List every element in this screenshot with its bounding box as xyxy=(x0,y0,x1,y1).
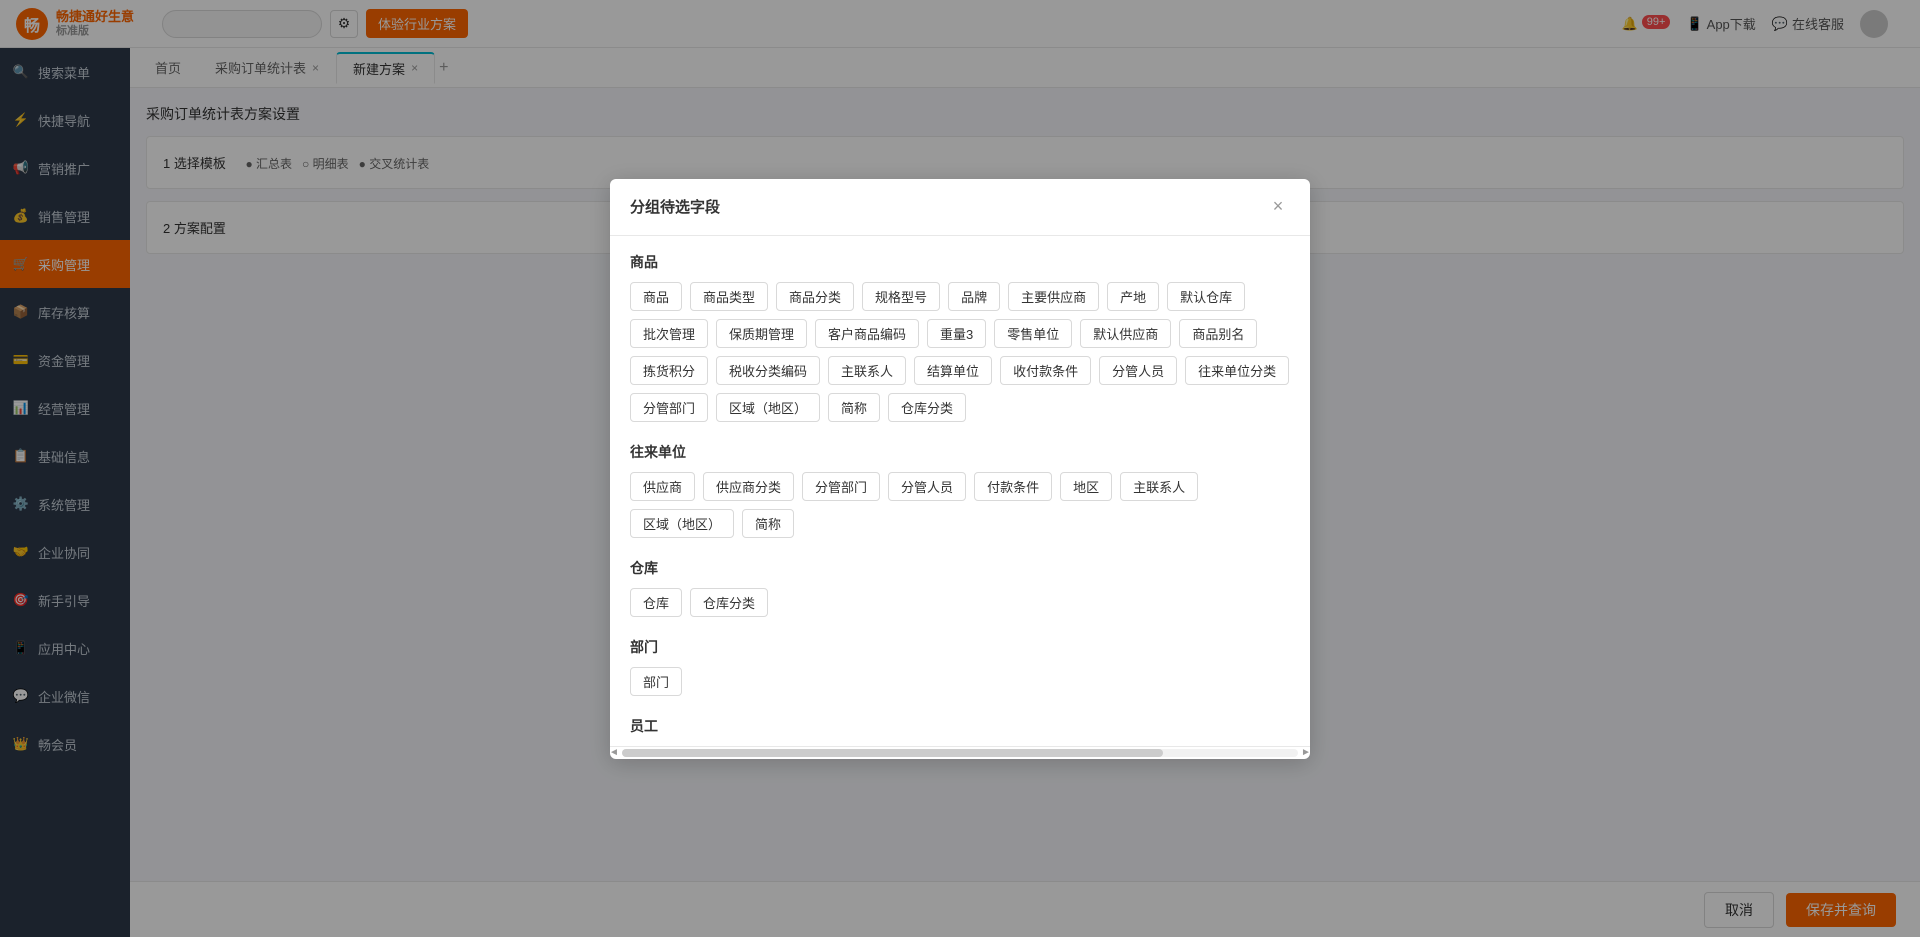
section-warehouse-title: 仓库 xyxy=(630,558,1290,578)
field-tag[interactable]: 税收分类编码 xyxy=(716,356,820,385)
modal-title: 分组待选字段 xyxy=(630,196,720,217)
field-tag[interactable]: 主要供应商 xyxy=(1008,282,1099,311)
field-tag[interactable]: 仓库分类 xyxy=(690,588,768,617)
modal-body[interactable]: 商品 商品 商品类型 商品分类 规格型号 品牌 主要供应商 产地 默认仓库 批次… xyxy=(610,236,1310,746)
section-goods: 商品 商品 商品类型 商品分类 规格型号 品牌 主要供应商 产地 默认仓库 批次… xyxy=(630,252,1290,422)
modal-dialog: 分组待选字段 × 商品 商品 商品类型 商品分类 规格型号 品牌 主要供应商 产… xyxy=(610,179,1310,759)
field-tag[interactable]: 供应商 xyxy=(630,472,695,501)
field-tag[interactable]: 部门 xyxy=(630,667,682,696)
section-employee-title: 员工 xyxy=(630,716,1290,736)
field-tag[interactable]: 拣货积分 xyxy=(630,356,708,385)
field-tag[interactable]: 零售单位 xyxy=(994,319,1072,348)
field-tag[interactable]: 仓库 xyxy=(630,588,682,617)
field-tag[interactable]: 地区 xyxy=(1060,472,1112,501)
field-tag[interactable]: 区域（地区） xyxy=(716,393,820,422)
field-tag[interactable]: 批次管理 xyxy=(630,319,708,348)
field-tag[interactable]: 客户商品编码 xyxy=(815,319,919,348)
modal-header: 分组待选字段 × xyxy=(610,179,1310,236)
field-tag[interactable]: 分管部门 xyxy=(802,472,880,501)
field-tag[interactable]: 商品别名 xyxy=(1179,319,1257,348)
modal-hscroll-thumb xyxy=(622,749,1163,757)
hscroll-right-arrow[interactable]: ► xyxy=(1302,747,1310,758)
section-warehouse: 仓库 仓库 仓库分类 xyxy=(630,558,1290,617)
field-tag[interactable]: 品牌 xyxy=(948,282,1000,311)
section-goods-fields: 商品 商品类型 商品分类 规格型号 品牌 主要供应商 产地 默认仓库 批次管理 … xyxy=(630,282,1290,422)
hscroll-left-arrow[interactable]: ◄ xyxy=(610,747,618,758)
modal-bottom-bar: ◄ ► xyxy=(610,746,1310,759)
section-partner: 往来单位 供应商 供应商分类 分管部门 分管人员 付款条件 地区 主联系人 区域… xyxy=(630,442,1290,538)
field-tag[interactable]: 付款条件 xyxy=(974,472,1052,501)
field-tag[interactable]: 供应商分类 xyxy=(703,472,794,501)
section-partner-fields: 供应商 供应商分类 分管部门 分管人员 付款条件 地区 主联系人 区域（地区） … xyxy=(630,472,1290,538)
field-tag[interactable]: 结算单位 xyxy=(914,356,992,385)
section-department: 部门 部门 xyxy=(630,637,1290,696)
field-tag[interactable]: 商品 xyxy=(630,282,682,311)
section-partner-title: 往来单位 xyxy=(630,442,1290,462)
field-tag[interactable]: 商品类型 xyxy=(690,282,768,311)
field-tag[interactable]: 分管人员 xyxy=(1099,356,1177,385)
modal-overlay: 分组待选字段 × 商品 商品 商品类型 商品分类 规格型号 品牌 主要供应商 产… xyxy=(0,0,1920,937)
section-employee: 员工 业务员 xyxy=(630,716,1290,746)
field-tag[interactable]: 规格型号 xyxy=(862,282,940,311)
field-tag[interactable]: 收付款条件 xyxy=(1000,356,1091,385)
field-tag[interactable]: 保质期管理 xyxy=(716,319,807,348)
field-tag[interactable]: 重量3 xyxy=(927,319,986,348)
field-tag[interactable]: 简称 xyxy=(742,509,794,538)
field-tag[interactable]: 仓库分类 xyxy=(888,393,966,422)
section-department-title: 部门 xyxy=(630,637,1290,657)
field-tag[interactable]: 区域（地区） xyxy=(630,509,734,538)
field-tag[interactable]: 分管部门 xyxy=(630,393,708,422)
modal-hscrollbar[interactable] xyxy=(622,749,1298,757)
field-tag[interactable]: 商品分类 xyxy=(776,282,854,311)
field-tag[interactable]: 产地 xyxy=(1107,282,1159,311)
section-goods-title: 商品 xyxy=(630,252,1290,272)
section-department-fields: 部门 xyxy=(630,667,1290,696)
field-tag[interactable]: 主联系人 xyxy=(1120,472,1198,501)
field-tag[interactable]: 默认仓库 xyxy=(1167,282,1245,311)
modal-close-button[interactable]: × xyxy=(1266,195,1290,219)
field-tag[interactable]: 主联系人 xyxy=(828,356,906,385)
section-warehouse-fields: 仓库 仓库分类 xyxy=(630,588,1290,617)
field-tag[interactable]: 简称 xyxy=(828,393,880,422)
field-tag[interactable]: 分管人员 xyxy=(888,472,966,501)
field-tag[interactable]: 默认供应商 xyxy=(1080,319,1171,348)
field-tag[interactable]: 往来单位分类 xyxy=(1185,356,1289,385)
